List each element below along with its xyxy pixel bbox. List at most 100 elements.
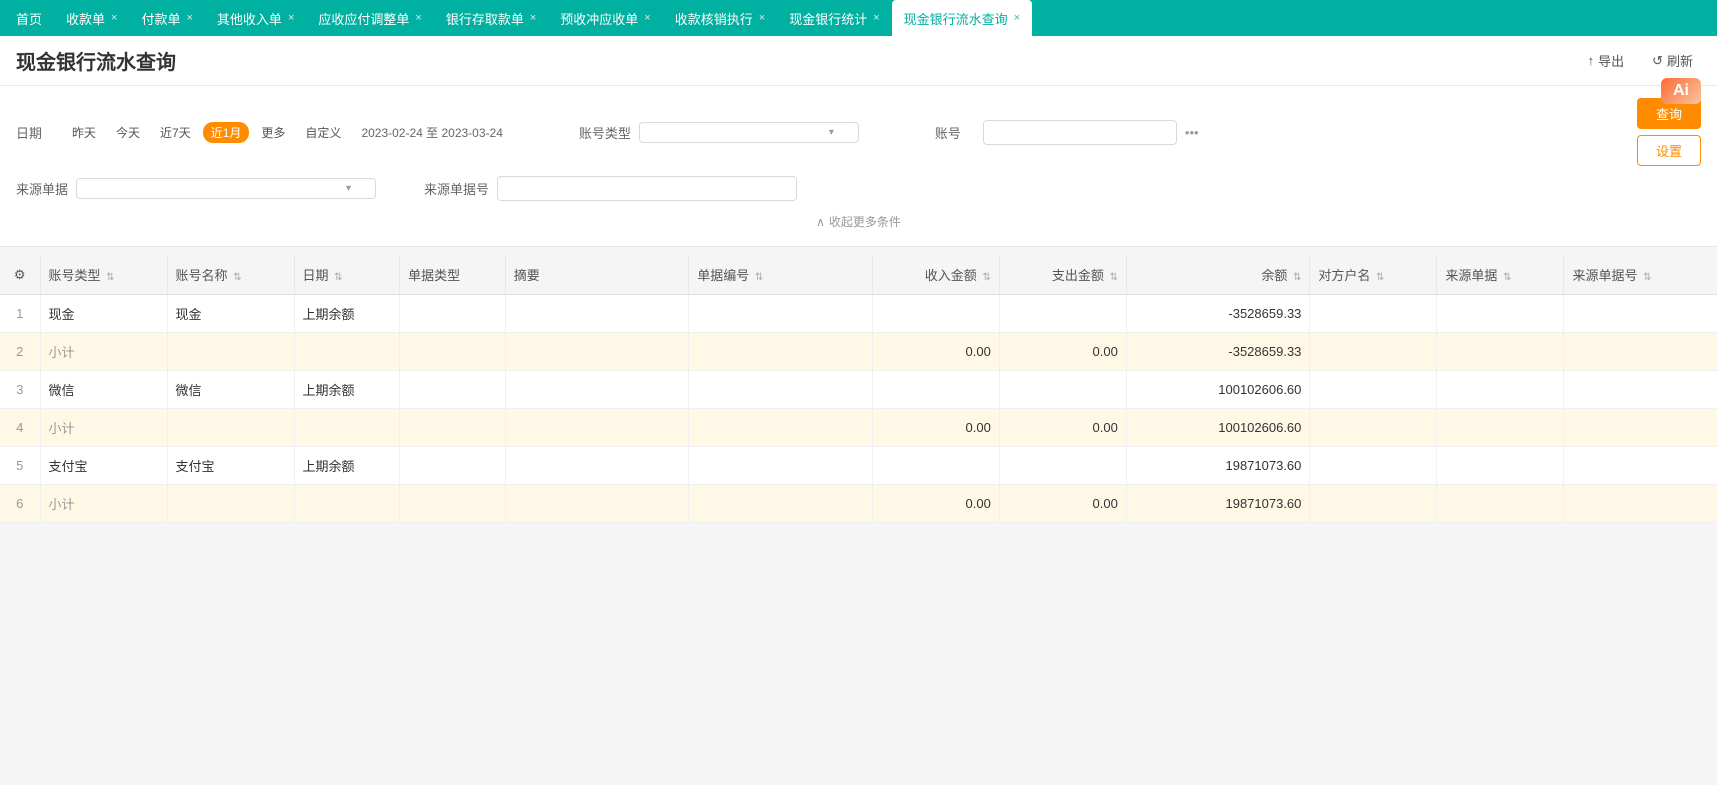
sort-account-type-icon: ⇅ xyxy=(106,272,114,283)
table-row[interactable]: 6小计0.000.0019871073.60 xyxy=(0,485,1717,523)
cell-source-doc xyxy=(1437,371,1564,409)
cell-source-doc-num xyxy=(1564,409,1717,447)
nav-item-cash-bank-stat[interactable]: 现金银行统计 × xyxy=(777,0,891,36)
col-settings[interactable]: ⚙ xyxy=(0,255,40,295)
nav-receipt-label: 收款单 xyxy=(66,9,105,28)
nav-item-receipt[interactable]: 收款单 × xyxy=(54,0,129,36)
col-source-doc-num[interactable]: 来源单据号 ⇅ xyxy=(1564,255,1717,295)
cell-expense xyxy=(999,371,1126,409)
account-filter: 账号 ••• xyxy=(935,120,1199,145)
settings-button[interactable]: 设置 xyxy=(1637,135,1701,166)
cell-source-doc-num xyxy=(1564,333,1717,371)
date-opt-custom[interactable]: 自定义 xyxy=(297,122,349,143)
close-other-income-icon[interactable]: × xyxy=(288,12,294,24)
table-row[interactable]: 1现金现金上期余额-3528659.33 xyxy=(0,295,1717,333)
nav-item-payment[interactable]: 付款单 × xyxy=(129,0,204,36)
nav-cash-flow-label: 现金银行流水查询 xyxy=(904,9,1008,28)
date-filter: 日期 昨天 今天 近7天 近1月 更多 自定义 2023-02-24 至 202… xyxy=(16,122,503,143)
col-income[interactable]: 收入金额 ⇅ xyxy=(872,255,999,295)
nav-item-receipt-verify[interactable]: 收款核销执行 × xyxy=(663,0,777,36)
export-button[interactable]: ↑ 导出 xyxy=(1580,47,1633,74)
table-row[interactable]: 3微信微信上期余额100102606.60 xyxy=(0,371,1717,409)
account-type-select[interactable]: ▾ xyxy=(639,122,859,143)
cell-date: 上期余额 xyxy=(294,295,400,333)
col-source-doc[interactable]: 来源单据 ⇅ xyxy=(1437,255,1564,295)
nav-item-home[interactable]: 首页 xyxy=(4,0,54,36)
table-row[interactable]: 4小计0.000.00100102606.60 xyxy=(0,409,1717,447)
col-balance-label: 余额 xyxy=(1261,268,1287,283)
close-receipt-icon[interactable]: × xyxy=(111,12,117,24)
nav-item-cash-bank-flow[interactable]: 现金银行流水查询 × xyxy=(892,0,1032,36)
col-date-label: 日期 xyxy=(303,268,329,283)
nav-item-bank-deposit[interactable]: 银行存取款单 × xyxy=(434,0,548,36)
col-doc-type[interactable]: 单据类型 xyxy=(400,255,506,295)
col-balance[interactable]: 余额 ⇅ xyxy=(1126,255,1310,295)
nav-item-ar-ap-adjust[interactable]: 应收应付调整单 × xyxy=(306,0,433,36)
close-cash-flow-icon[interactable]: × xyxy=(1014,12,1020,24)
col-summary-label: 摘要 xyxy=(514,268,540,283)
cell-source-doc xyxy=(1437,295,1564,333)
source-doc-num-input[interactable] xyxy=(497,176,797,201)
col-expense[interactable]: 支出金额 ⇅ xyxy=(999,255,1126,295)
close-cash-stat-icon[interactable]: × xyxy=(873,12,879,24)
cell-account-type: 支付宝 xyxy=(40,447,167,485)
date-opt-yesterday[interactable]: 昨天 xyxy=(64,122,104,143)
col-counterpart[interactable]: 对方户名 ⇅ xyxy=(1310,255,1437,295)
close-receipt-verify-icon[interactable]: × xyxy=(759,12,765,24)
sort-expense-icon: ⇅ xyxy=(1109,272,1117,283)
cell-source-doc xyxy=(1437,447,1564,485)
source-doc-select[interactable]: ▾ xyxy=(76,178,376,199)
refresh-icon: ↺ xyxy=(1652,53,1663,69)
collapse-bar[interactable]: ∧ 收起更多条件 xyxy=(16,209,1701,234)
cell-income xyxy=(872,371,999,409)
close-payment-icon[interactable]: × xyxy=(186,12,192,24)
col-doc-num[interactable]: 单据编号 ⇅ xyxy=(689,255,873,295)
cell-doc-type xyxy=(400,485,506,523)
cell-account-name: 现金 xyxy=(167,295,294,333)
col-summary[interactable]: 摘要 xyxy=(505,255,689,295)
cell-doc-num xyxy=(689,333,873,371)
col-account-type[interactable]: 账号类型 ⇅ xyxy=(40,255,167,295)
cell-counterpart xyxy=(1310,371,1437,409)
account-input[interactable] xyxy=(983,120,1177,145)
cell-income xyxy=(872,295,999,333)
cell-doc-num xyxy=(689,295,873,333)
page-header: 现金银行流水查询 ↑ 导出 ↺ 刷新 Ai xyxy=(0,36,1717,86)
cell-source-doc-num xyxy=(1564,295,1717,333)
gear-icon[interactable]: ⚙ xyxy=(14,267,26,282)
row-number: 2 xyxy=(0,333,40,371)
nav-item-other-income[interactable]: 其他收入单 × xyxy=(205,0,306,36)
close-bank-deposit-icon[interactable]: × xyxy=(530,12,536,24)
sort-source-doc-icon: ⇅ xyxy=(1503,272,1511,283)
date-opt-1month[interactable]: 近1月 xyxy=(203,122,250,143)
cell-account-type: 现金 xyxy=(40,295,167,333)
sort-source-doc-num-icon: ⇅ xyxy=(1643,272,1651,283)
cell-source-doc-num xyxy=(1564,447,1717,485)
cell-doc-num xyxy=(689,485,873,523)
cell-expense: 0.00 xyxy=(999,485,1126,523)
close-ar-ap-icon[interactable]: × xyxy=(415,12,421,24)
refresh-button[interactable]: ↺ 刷新 xyxy=(1644,47,1701,74)
cell-date: 上期余额 xyxy=(294,371,400,409)
cell-income: 0.00 xyxy=(872,485,999,523)
nav-home-label: 首页 xyxy=(16,9,42,28)
col-date[interactable]: 日期 ⇅ xyxy=(294,255,400,295)
nav-cash-stat-label: 现金银行统计 xyxy=(789,9,867,28)
page-title: 现金银行流水查询 xyxy=(16,46,176,75)
date-opt-today[interactable]: 今天 xyxy=(108,122,148,143)
date-opt-7days[interactable]: 近7天 xyxy=(152,122,199,143)
cell-expense: 0.00 xyxy=(999,409,1126,447)
refresh-label: 刷新 xyxy=(1667,51,1693,70)
date-opt-more[interactable]: 更多 xyxy=(253,122,293,143)
table-row[interactable]: 5支付宝支付宝上期余额19871073.60 xyxy=(0,447,1717,485)
table-row[interactable]: 2小计0.000.00-3528659.33 xyxy=(0,333,1717,371)
cell-expense xyxy=(999,447,1126,485)
close-prepay-icon[interactable]: × xyxy=(644,12,650,24)
source-doc-num-label: 来源单据号 xyxy=(424,179,489,198)
export-icon: ↑ xyxy=(1588,53,1595,68)
nav-item-prepay-offset[interactable]: 预收冲应收单 × xyxy=(548,0,662,36)
filter-area: 日期 昨天 今天 近7天 近1月 更多 自定义 2023-02-24 至 202… xyxy=(0,86,1717,247)
more-options-icon[interactable]: ••• xyxy=(1185,125,1199,140)
col-account-name[interactable]: 账号名称 ⇅ xyxy=(167,255,294,295)
ai-badge[interactable]: Ai xyxy=(1661,78,1701,104)
